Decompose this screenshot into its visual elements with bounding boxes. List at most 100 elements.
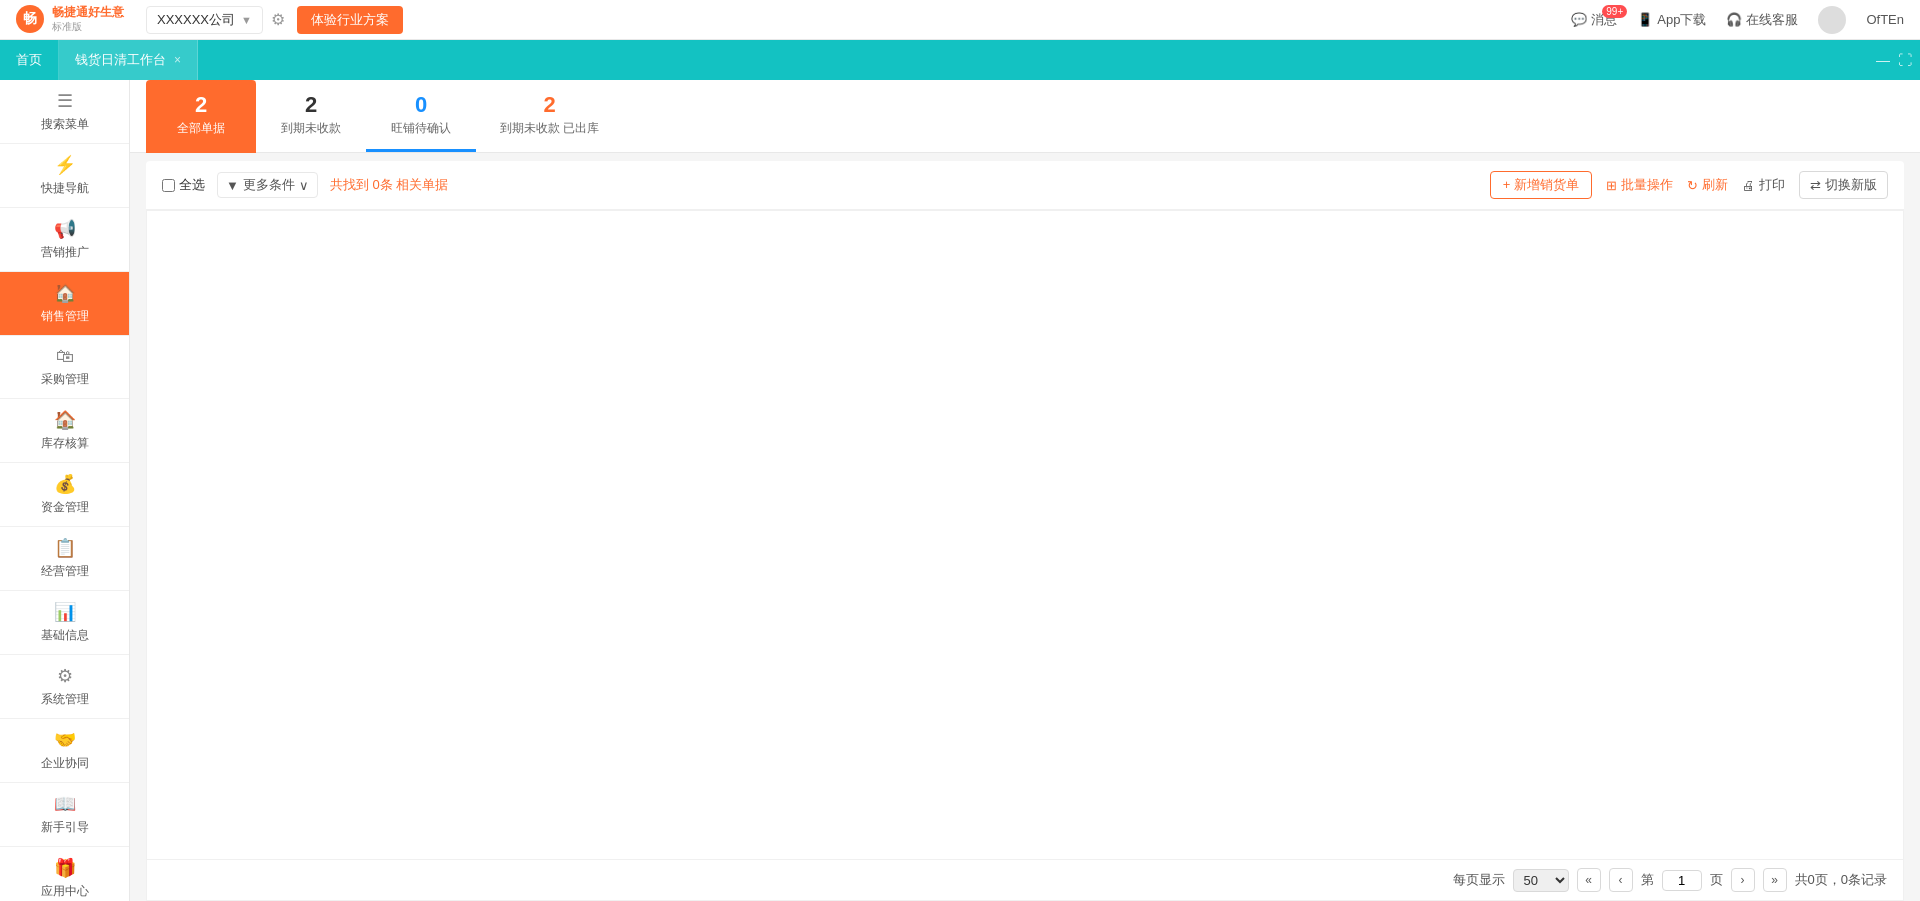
current-page-input[interactable] bbox=[1662, 870, 1702, 891]
sidebar-label-quick-nav: 快捷导航 bbox=[41, 180, 89, 197]
switch-version-icon: ⇄ bbox=[1810, 178, 1821, 193]
add-sales-order-button[interactable]: + 新增销货单 bbox=[1490, 171, 1592, 199]
tab-bar: 首页 钱货日清工作台 × — ⛶ bbox=[0, 40, 1920, 80]
message-icon: 💬 bbox=[1571, 12, 1587, 27]
stats-tabs: 2 全部单据 2 到期未收款 0 旺铺待确认 2 到期未收款 已出库 bbox=[130, 80, 1920, 153]
first-page-button[interactable]: « bbox=[1577, 868, 1601, 892]
sidebar-item-inventory[interactable]: 🏠 库存核算 bbox=[0, 399, 129, 463]
sidebar-label-search-menu: 搜索菜单 bbox=[41, 116, 89, 133]
print-label: 打印 bbox=[1759, 176, 1785, 194]
prev-page-button[interactable]: ‹ bbox=[1609, 868, 1633, 892]
page-total: 共0页，0条记录 bbox=[1795, 871, 1887, 889]
sidebar-label-inventory: 库存核算 bbox=[41, 435, 89, 452]
sidebar-label-operation: 经营管理 bbox=[41, 563, 89, 580]
guide-icon: 📖 bbox=[54, 793, 76, 815]
next-page-button[interactable]: › bbox=[1731, 868, 1755, 892]
sales-icon: 🏠 bbox=[54, 282, 76, 304]
sidebar-label-sales: 销售管理 bbox=[41, 308, 89, 325]
stat-num-all: 2 bbox=[195, 92, 207, 118]
tab-fullscreen-icon[interactable]: ⛶ bbox=[1898, 52, 1912, 68]
found-count: 0条 bbox=[373, 177, 393, 192]
stat-tab-wangpu[interactable]: 0 旺铺待确认 bbox=[366, 80, 476, 152]
stat-num-overdue-unshipped: 2 bbox=[544, 92, 556, 118]
stat-tab-all[interactable]: 2 全部单据 bbox=[146, 80, 256, 153]
refresh-label: 刷新 bbox=[1702, 176, 1728, 194]
batch-op-label: 批量操作 bbox=[1621, 176, 1673, 194]
toolbar-right: + 新增销货单 ⊞ 批量操作 ↻ 刷新 🖨 打印 ⇄ 切换新版 bbox=[1490, 171, 1888, 199]
online-service-icon: 🎧 bbox=[1726, 12, 1742, 27]
stat-tab-overdue-unshipped[interactable]: 2 到期未收款 已出库 bbox=[476, 80, 623, 152]
select-all-checkbox[interactable]: 全选 bbox=[162, 176, 205, 194]
batch-op-icon: ⊞ bbox=[1606, 178, 1617, 193]
main-layout: ☰ 搜索菜单 ⚡ 快捷导航 📢 营销推广 🏠 销售管理 🛍 采购管理 🏠 库存核… bbox=[0, 80, 1920, 901]
more-filter-button[interactable]: ▼ 更多条件 ∨ bbox=[217, 172, 318, 198]
online-service-button[interactable]: 🎧 在线客服 bbox=[1726, 11, 1798, 29]
company-name: XXXXXX公司 bbox=[157, 11, 235, 29]
found-prefix: 共找到 bbox=[330, 177, 369, 192]
di-word: 第 bbox=[1641, 871, 1654, 889]
stat-label-overdue-unpaid: 到期未收款 bbox=[281, 120, 341, 137]
header-right: 💬 消息 99+ 📱 App下载 🎧 在线客服 OfTEn bbox=[1571, 6, 1904, 34]
refresh-button[interactable]: ↻ 刷新 bbox=[1687, 176, 1728, 194]
sidebar-item-capital[interactable]: 💰 资金管理 bbox=[0, 463, 129, 527]
toolbar: 全选 ▼ 更多条件 ∨ 共找到 0条 相关单据 + 新增销货单 ⊞ 批量操作 bbox=[146, 161, 1904, 210]
page-size-select[interactable]: 50 10 20 100 bbox=[1513, 869, 1569, 892]
sidebar-item-collab[interactable]: 🤝 企业协同 bbox=[0, 719, 129, 783]
app-download-button[interactable]: 📱 App下载 bbox=[1637, 11, 1706, 29]
batch-operation-button[interactable]: ⊞ 批量操作 bbox=[1606, 176, 1673, 194]
sidebar-label-marketing: 营销推广 bbox=[41, 244, 89, 261]
sidebar-label-app-center: 应用中心 bbox=[41, 883, 89, 900]
logo-text-area: 畅捷通好生意 标准版 bbox=[52, 5, 124, 33]
content-area: 2 全部单据 2 到期未收款 0 旺铺待确认 2 到期未收款 已出库 全选 bbox=[130, 80, 1920, 901]
system-icon: ⚙ bbox=[57, 665, 73, 687]
avatar[interactable] bbox=[1818, 6, 1846, 34]
switch-version-label: 切换新版 bbox=[1825, 176, 1877, 194]
last-page-button[interactable]: » bbox=[1763, 868, 1787, 892]
sidebar-item-basic[interactable]: 📊 基础信息 bbox=[0, 591, 129, 655]
page-size-label: 每页显示 bbox=[1453, 871, 1505, 889]
username[interactable]: OfTEn bbox=[1866, 12, 1904, 27]
stat-label-overdue-unshipped: 到期未收款 已出库 bbox=[500, 120, 599, 137]
trial-button[interactable]: 体验行业方案 bbox=[297, 6, 403, 34]
tab-home[interactable]: 首页 bbox=[0, 40, 59, 80]
logo-icon: 畅 bbox=[16, 5, 44, 33]
tab-home-label: 首页 bbox=[16, 51, 42, 69]
more-filter-label: 更多条件 bbox=[243, 176, 295, 194]
sidebar-item-quick-nav[interactable]: ⚡ 快捷导航 bbox=[0, 144, 129, 208]
settings-button[interactable]: ⚙ bbox=[271, 10, 285, 29]
tab-work-bench-label: 钱货日清工作台 bbox=[75, 51, 166, 69]
filter-arrow: ∨ bbox=[299, 178, 309, 193]
logo-title: 畅捷通好生意 bbox=[52, 5, 124, 19]
sidebar-item-app-center[interactable]: 🎁 应用中心 bbox=[0, 847, 129, 901]
prev-page-icon: ‹ bbox=[1619, 873, 1623, 887]
filter-icon: ▼ bbox=[226, 178, 239, 193]
message-badge: 99+ bbox=[1602, 5, 1627, 18]
sidebar-item-sales[interactable]: 🏠 销售管理 bbox=[0, 272, 129, 336]
sidebar-item-purchase[interactable]: 🛍 采购管理 bbox=[0, 336, 129, 399]
sidebar-label-system: 系统管理 bbox=[41, 691, 89, 708]
operation-icon: 📋 bbox=[54, 537, 76, 559]
sidebar-item-marketing[interactable]: 📢 营销推广 bbox=[0, 208, 129, 272]
app-download-label: App下载 bbox=[1657, 11, 1706, 29]
sidebar-label-guide: 新手引导 bbox=[41, 819, 89, 836]
capital-icon: 💰 bbox=[54, 473, 76, 495]
sidebar-item-system[interactable]: ⚙ 系统管理 bbox=[0, 655, 129, 719]
stat-tab-overdue-unpaid[interactable]: 2 到期未收款 bbox=[256, 80, 366, 152]
tab-minimize-icon[interactable]: — bbox=[1876, 52, 1890, 68]
pagination: 每页显示 50 10 20 100 « ‹ 第 页 › » 共0页，0条记录 bbox=[146, 860, 1904, 901]
company-selector[interactable]: XXXXXX公司 ▼ bbox=[146, 6, 263, 34]
logo-area: 畅 畅捷通好生意 标准版 bbox=[16, 5, 146, 33]
tab-close-icon[interactable]: × bbox=[174, 53, 181, 67]
sidebar-item-guide[interactable]: 📖 新手引导 bbox=[0, 783, 129, 847]
select-all-input[interactable] bbox=[162, 179, 175, 192]
inventory-icon: 🏠 bbox=[54, 409, 76, 431]
sidebar-item-search-menu[interactable]: ☰ 搜索菜单 bbox=[0, 80, 129, 144]
quick-nav-icon: ⚡ bbox=[54, 154, 76, 176]
stat-num-wangpu: 0 bbox=[415, 92, 427, 118]
message-button[interactable]: 💬 消息 99+ bbox=[1571, 11, 1617, 29]
switch-version-button[interactable]: ⇄ 切换新版 bbox=[1799, 171, 1888, 199]
first-page-icon: « bbox=[1585, 873, 1592, 887]
sidebar-item-operation[interactable]: 📋 经营管理 bbox=[0, 527, 129, 591]
print-button[interactable]: 🖨 打印 bbox=[1742, 176, 1785, 194]
tab-work-bench[interactable]: 钱货日清工作台 × bbox=[59, 40, 198, 80]
